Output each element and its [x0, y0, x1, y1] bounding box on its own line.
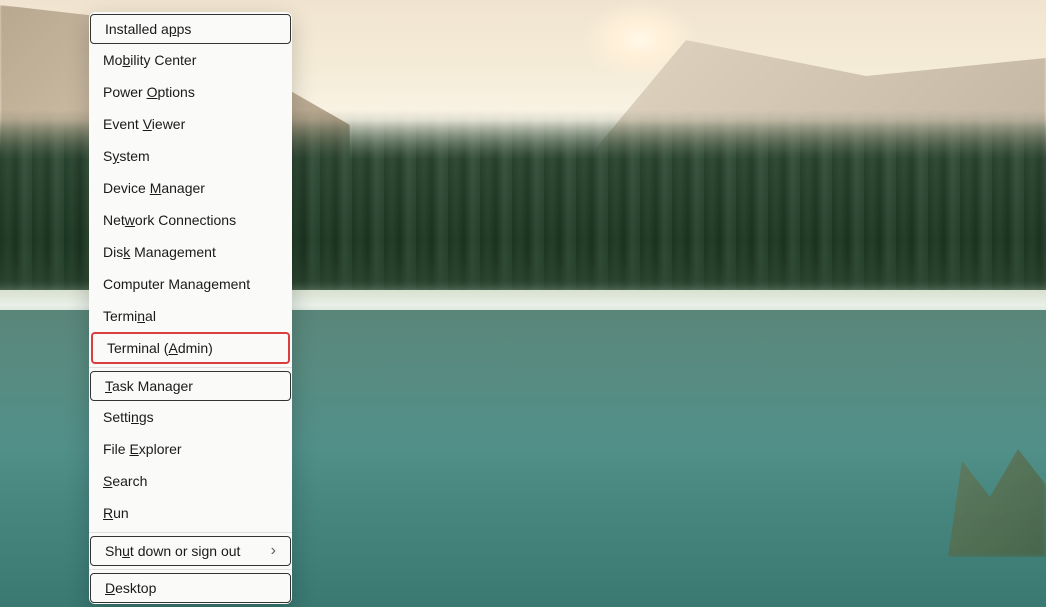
menu-item-disk-management[interactable]: Disk Management	[89, 236, 292, 268]
menu-item-label: Terminal	[103, 308, 156, 324]
winx-context-menu: Installed apps Mobility Center Power Optio…	[89, 12, 292, 604]
menu-item-label: Computer Management	[103, 276, 250, 292]
menu-item-run[interactable]: Run	[89, 497, 292, 529]
menu-item-power-options[interactable]: Power Options	[89, 76, 292, 108]
menu-item-label: Run	[103, 505, 129, 521]
menu-separator	[89, 367, 292, 368]
menu-item-terminal[interactable]: Terminal	[89, 300, 292, 332]
menu-item-label: Power Options	[103, 84, 195, 100]
menu-item-event-viewer[interactable]: Event Viewer	[89, 108, 292, 140]
menu-separator	[89, 569, 292, 570]
menu-item-network-connections[interactable]: Network Connections	[89, 204, 292, 236]
menu-item-label: Terminal (Admin)	[107, 340, 213, 356]
menu-item-desktop[interactable]: Desktop	[90, 573, 291, 603]
menu-item-label: Device Manager	[103, 180, 205, 196]
menu-item-label: System	[103, 148, 150, 164]
chevron-right-icon: ›	[271, 542, 276, 560]
menu-item-mobility-center[interactable]: Mobility Center	[89, 44, 292, 76]
menu-item-label: Disk Management	[103, 244, 216, 260]
menu-item-terminal-admin[interactable]: Terminal (Admin)	[91, 332, 290, 364]
menu-item-search[interactable]: Search	[89, 465, 292, 497]
menu-item-label: Installed apps	[105, 21, 191, 37]
menu-item-system[interactable]: System	[89, 140, 292, 172]
menu-item-device-manager[interactable]: Device Manager	[89, 172, 292, 204]
menu-item-computer-management[interactable]: Computer Management	[89, 268, 292, 300]
menu-item-label: Mobility Center	[103, 52, 196, 68]
menu-item-label: Network Connections	[103, 212, 236, 228]
menu-item-settings[interactable]: Settings	[89, 401, 292, 433]
menu-item-label: Settings	[103, 409, 154, 425]
menu-item-label: Event Viewer	[103, 116, 185, 132]
menu-item-label: Desktop	[105, 580, 156, 596]
menu-item-label: Task Manager	[105, 378, 193, 394]
menu-item-label: Search	[103, 473, 147, 489]
menu-separator	[89, 532, 292, 533]
menu-item-task-manager[interactable]: Task Manager	[90, 371, 291, 401]
menu-item-shutdown-signout[interactable]: Shut down or sign out ›	[90, 536, 291, 566]
menu-item-label: Shut down or sign out	[105, 543, 240, 559]
menu-item-installed-apps[interactable]: Installed apps	[90, 14, 291, 44]
menu-item-file-explorer[interactable]: File Explorer	[89, 433, 292, 465]
menu-item-label: File Explorer	[103, 441, 182, 457]
